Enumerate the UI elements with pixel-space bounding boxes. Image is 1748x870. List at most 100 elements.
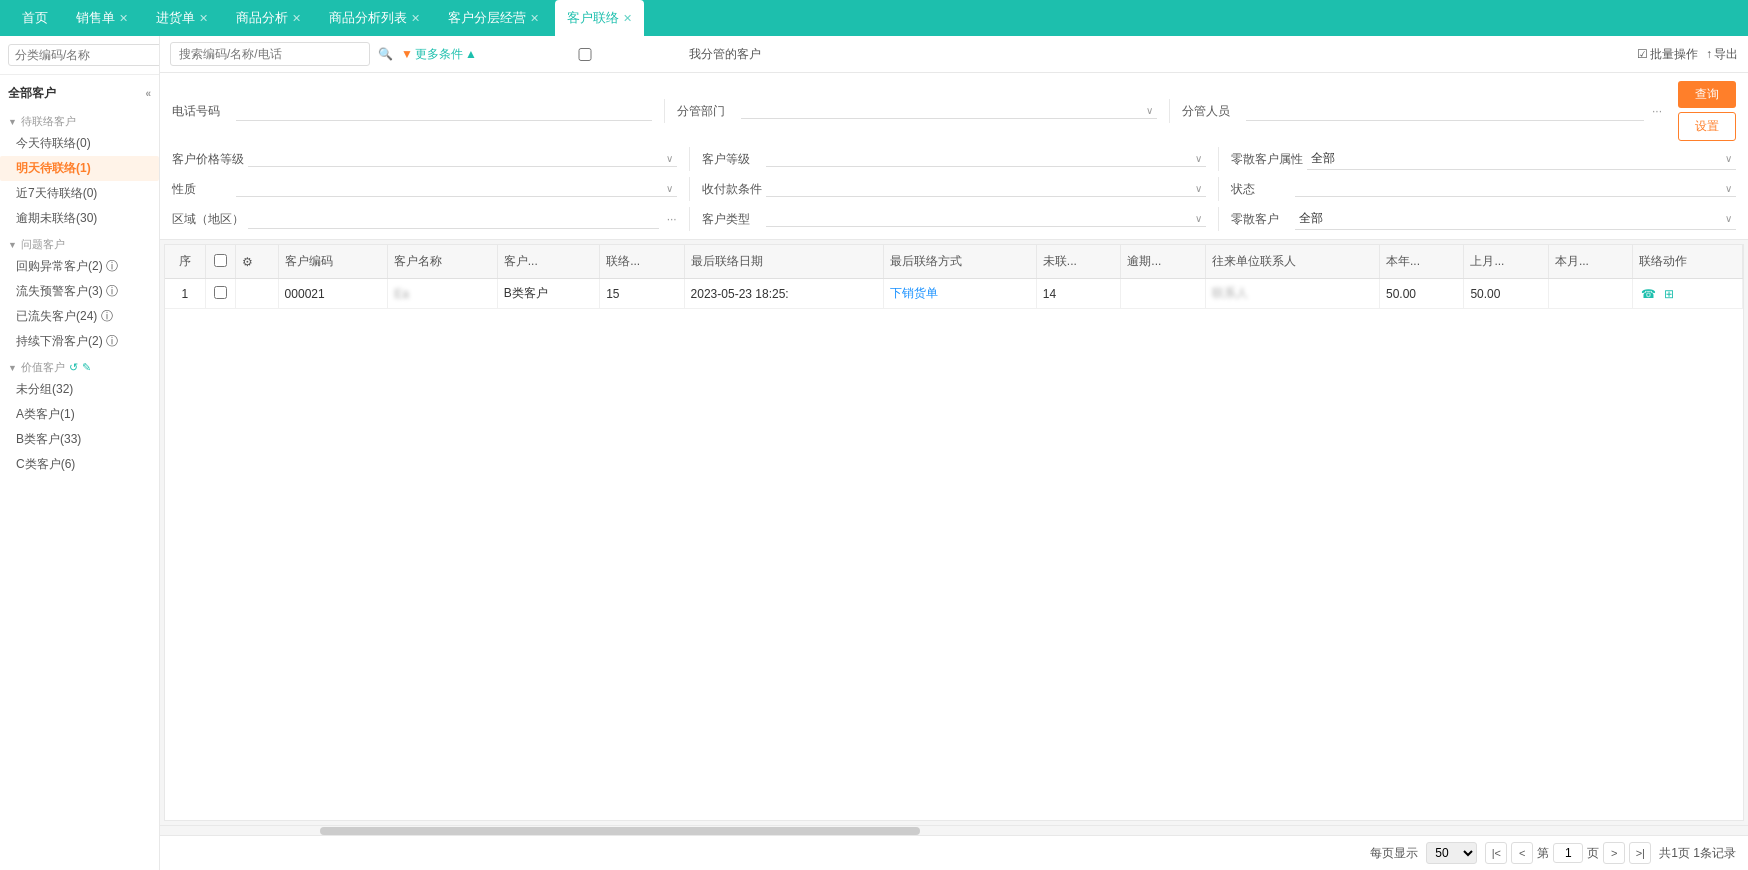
refresh-icon[interactable]: ↺ bbox=[69, 361, 78, 374]
td-num: 1 bbox=[165, 279, 205, 309]
contact-action-icon[interactable]: ☎ bbox=[1641, 287, 1656, 301]
set-button[interactable]: 设置 bbox=[1678, 112, 1736, 141]
scrollbar-thumb[interactable] bbox=[320, 827, 920, 835]
last-way-link[interactable]: 下销货单 bbox=[890, 286, 938, 300]
prev-page-btn[interactable]: < bbox=[1511, 842, 1533, 864]
edit-value-icon[interactable]: ✎ bbox=[82, 361, 91, 374]
filter-status-label: 状态 bbox=[1231, 181, 1291, 198]
sidebar-7days-contact[interactable]: 近7天待联络(0) bbox=[0, 181, 159, 206]
filter-status-select[interactable]: ∨ bbox=[1295, 181, 1736, 197]
toolbar-search-icon[interactable]: 🔍 bbox=[378, 47, 393, 61]
sidebar-today-contact[interactable]: 今天待联络(0) bbox=[0, 131, 159, 156]
sidebar-class-b[interactable]: B类客户(33) bbox=[0, 427, 159, 452]
nav-customer-contact-close[interactable]: ✕ bbox=[623, 12, 632, 25]
filter-customer-level-label: 客户等级 bbox=[702, 151, 762, 168]
search-input[interactable] bbox=[170, 42, 370, 66]
sidebar-ungrouped[interactable]: 未分组(32) bbox=[0, 377, 159, 402]
filter-row-2: 客户价格等级 ∨ 客户等级 ∨ 零散客户属性 全部∨ bbox=[172, 147, 1736, 171]
filter-row-4: 区域（地区） ··· 客户类型 ∨ 零散客户 全部∨ bbox=[172, 207, 1736, 231]
footer-pagination: 每页显示 50 100 200 |< < 第 页 > >| 共1页 1条记录 bbox=[160, 835, 1748, 870]
filter-phone-input[interactable] bbox=[236, 102, 652, 121]
th-year: 本年... bbox=[1379, 245, 1463, 279]
nav-purchase-close[interactable]: ✕ bbox=[199, 12, 208, 25]
filter-dept: 分管部门 ∨ bbox=[677, 103, 1157, 120]
sidebar-declining[interactable]: 持续下滑客户(2) ⓘ bbox=[0, 329, 159, 354]
query-button[interactable]: 查询 bbox=[1678, 81, 1736, 108]
filter-scatter-attr-label: 零散客户属性 bbox=[1231, 151, 1303, 168]
td-contact: 15 bbox=[600, 279, 684, 309]
first-page-btn[interactable]: |< bbox=[1485, 842, 1507, 864]
filter-payment-label: 收付款条件 bbox=[702, 181, 762, 198]
filter-nature-select[interactable]: ∨ bbox=[236, 181, 677, 197]
page-input[interactable] bbox=[1553, 843, 1583, 863]
chevron-up-icon: ▲ bbox=[465, 47, 477, 61]
nav-purchase[interactable]: 进货单 ✕ bbox=[144, 0, 220, 36]
nav-product-analysis-list[interactable]: 商品分析列表 ✕ bbox=[317, 0, 432, 36]
sidebar-search-area: 🔍 bbox=[0, 36, 159, 75]
sidebar-tomorrow-contact[interactable]: 明天待联络(1) bbox=[0, 156, 159, 181]
filter-region-input[interactable] bbox=[248, 210, 659, 229]
my-customers-checkbox[interactable] bbox=[485, 48, 685, 61]
filter-customer-level-select[interactable]: ∨ bbox=[766, 151, 1207, 167]
filter-buttons: 查询 设置 bbox=[1678, 81, 1736, 141]
nav-product-analysis-close[interactable]: ✕ bbox=[292, 12, 301, 25]
last-page-btn[interactable]: >| bbox=[1629, 842, 1651, 864]
sidebar-class-a[interactable]: A类客户(1) bbox=[0, 402, 159, 427]
filter-row-3: 性质 ∨ 收付款条件 ∨ 状态 ∨ bbox=[172, 177, 1736, 201]
next-page-btn[interactable]: > bbox=[1603, 842, 1625, 864]
filter-payment-select[interactable]: ∨ bbox=[766, 181, 1207, 197]
scrollbar-area bbox=[160, 825, 1748, 835]
select-all-checkbox[interactable] bbox=[214, 254, 227, 267]
page-size-select[interactable]: 50 100 200 bbox=[1426, 842, 1477, 864]
nav-home[interactable]: 首页 bbox=[10, 0, 60, 36]
th-action: 联络动作 bbox=[1633, 245, 1743, 279]
top-nav: 首页 销售单 ✕ 进货单 ✕ 商品分析 ✕ 商品分析列表 ✕ 客户分层经营 ✕ … bbox=[0, 0, 1748, 36]
sidebar-class-c[interactable]: C类客户(6) bbox=[0, 452, 159, 477]
sidebar-repurchase-abnormal[interactable]: 回购异常客户(2) ⓘ bbox=[0, 254, 159, 279]
filter-customer-type-select[interactable]: ∨ bbox=[766, 211, 1207, 227]
filter-nature-label: 性质 bbox=[172, 181, 232, 198]
filter-scatter-attr-select[interactable]: 全部∨ bbox=[1307, 148, 1736, 170]
filter-dept-select[interactable]: ∨ bbox=[741, 103, 1157, 119]
td-code: 000021 bbox=[278, 279, 388, 309]
filter-scatter-select[interactable]: 全部∨ bbox=[1295, 208, 1736, 230]
nav-customer-tier-close[interactable]: ✕ bbox=[530, 12, 539, 25]
filter-region-dots[interactable]: ··· bbox=[667, 212, 677, 226]
more-conditions-btn[interactable]: ▼ 更多条件 ▲ bbox=[401, 46, 477, 63]
table-header-row: 序 ⚙ 客户编码 客户名称 客户... 联络... 最后联络日期 最后联络方式 … bbox=[165, 245, 1743, 279]
td-name: Ea bbox=[388, 279, 498, 309]
td-last-date: 2023-05-23 18:25: bbox=[684, 279, 884, 309]
sidebar-overdue-contact[interactable]: 逾期未联络(30) bbox=[0, 206, 159, 231]
export-btn[interactable]: ↑ 导出 bbox=[1706, 46, 1738, 63]
settings-icon[interactable]: ⚙ bbox=[242, 255, 253, 269]
td-this-month bbox=[1548, 279, 1632, 309]
my-customers-checkbox-label[interactable]: 我分管的客户 bbox=[485, 46, 761, 63]
nav-sales[interactable]: 销售单 ✕ bbox=[64, 0, 140, 36]
filter-region: 区域（地区） ··· bbox=[172, 210, 677, 229]
page-label: 第 bbox=[1537, 845, 1549, 862]
td-unit-contact: 联系人 bbox=[1205, 279, 1379, 309]
group-pending-contact: 待联络客户 bbox=[0, 108, 159, 131]
group-value-customers: 价值客户 ↺ ✎ bbox=[0, 354, 159, 377]
nav-product-analysis-list-close[interactable]: ✕ bbox=[411, 12, 420, 25]
more-action-icon[interactable]: ⊞ bbox=[1664, 287, 1674, 301]
nav-product-analysis[interactable]: 商品分析 ✕ bbox=[224, 0, 313, 36]
filter-dept-label: 分管部门 bbox=[677, 103, 737, 120]
sidebar-churned[interactable]: 已流失客户(24) ⓘ bbox=[0, 304, 159, 329]
table-row: 1 000021 Ea B类客户 15 2023-05-23 18:25: 下销… bbox=[165, 279, 1743, 309]
filter-person-input[interactable] bbox=[1246, 102, 1644, 121]
nav-customer-tier[interactable]: 客户分层经营 ✕ bbox=[436, 0, 551, 36]
sidebar-search-input[interactable] bbox=[8, 44, 160, 66]
nav-sales-close[interactable]: ✕ bbox=[119, 12, 128, 25]
filter-price-level-select[interactable]: ∨ bbox=[248, 151, 677, 167]
collapse-icon[interactable]: « bbox=[145, 88, 151, 99]
group-problem-customers: 问题客户 bbox=[0, 231, 159, 254]
all-customers-title[interactable]: 全部客户 « bbox=[8, 81, 151, 106]
sidebar-churn-warning[interactable]: 流失预警客户(3) ⓘ bbox=[0, 279, 159, 304]
customer-table: 序 ⚙ 客户编码 客户名称 客户... 联络... 最后联络日期 最后联络方式 … bbox=[165, 245, 1743, 309]
filter-scatter: 零散客户 全部∨ bbox=[1231, 208, 1736, 230]
nav-customer-contact[interactable]: 客户联络 ✕ bbox=[555, 0, 644, 36]
batch-op-btn[interactable]: ☑ 批量操作 bbox=[1637, 46, 1698, 63]
filter-person-dots[interactable]: ··· bbox=[1652, 104, 1662, 118]
row-checkbox[interactable] bbox=[214, 286, 227, 299]
